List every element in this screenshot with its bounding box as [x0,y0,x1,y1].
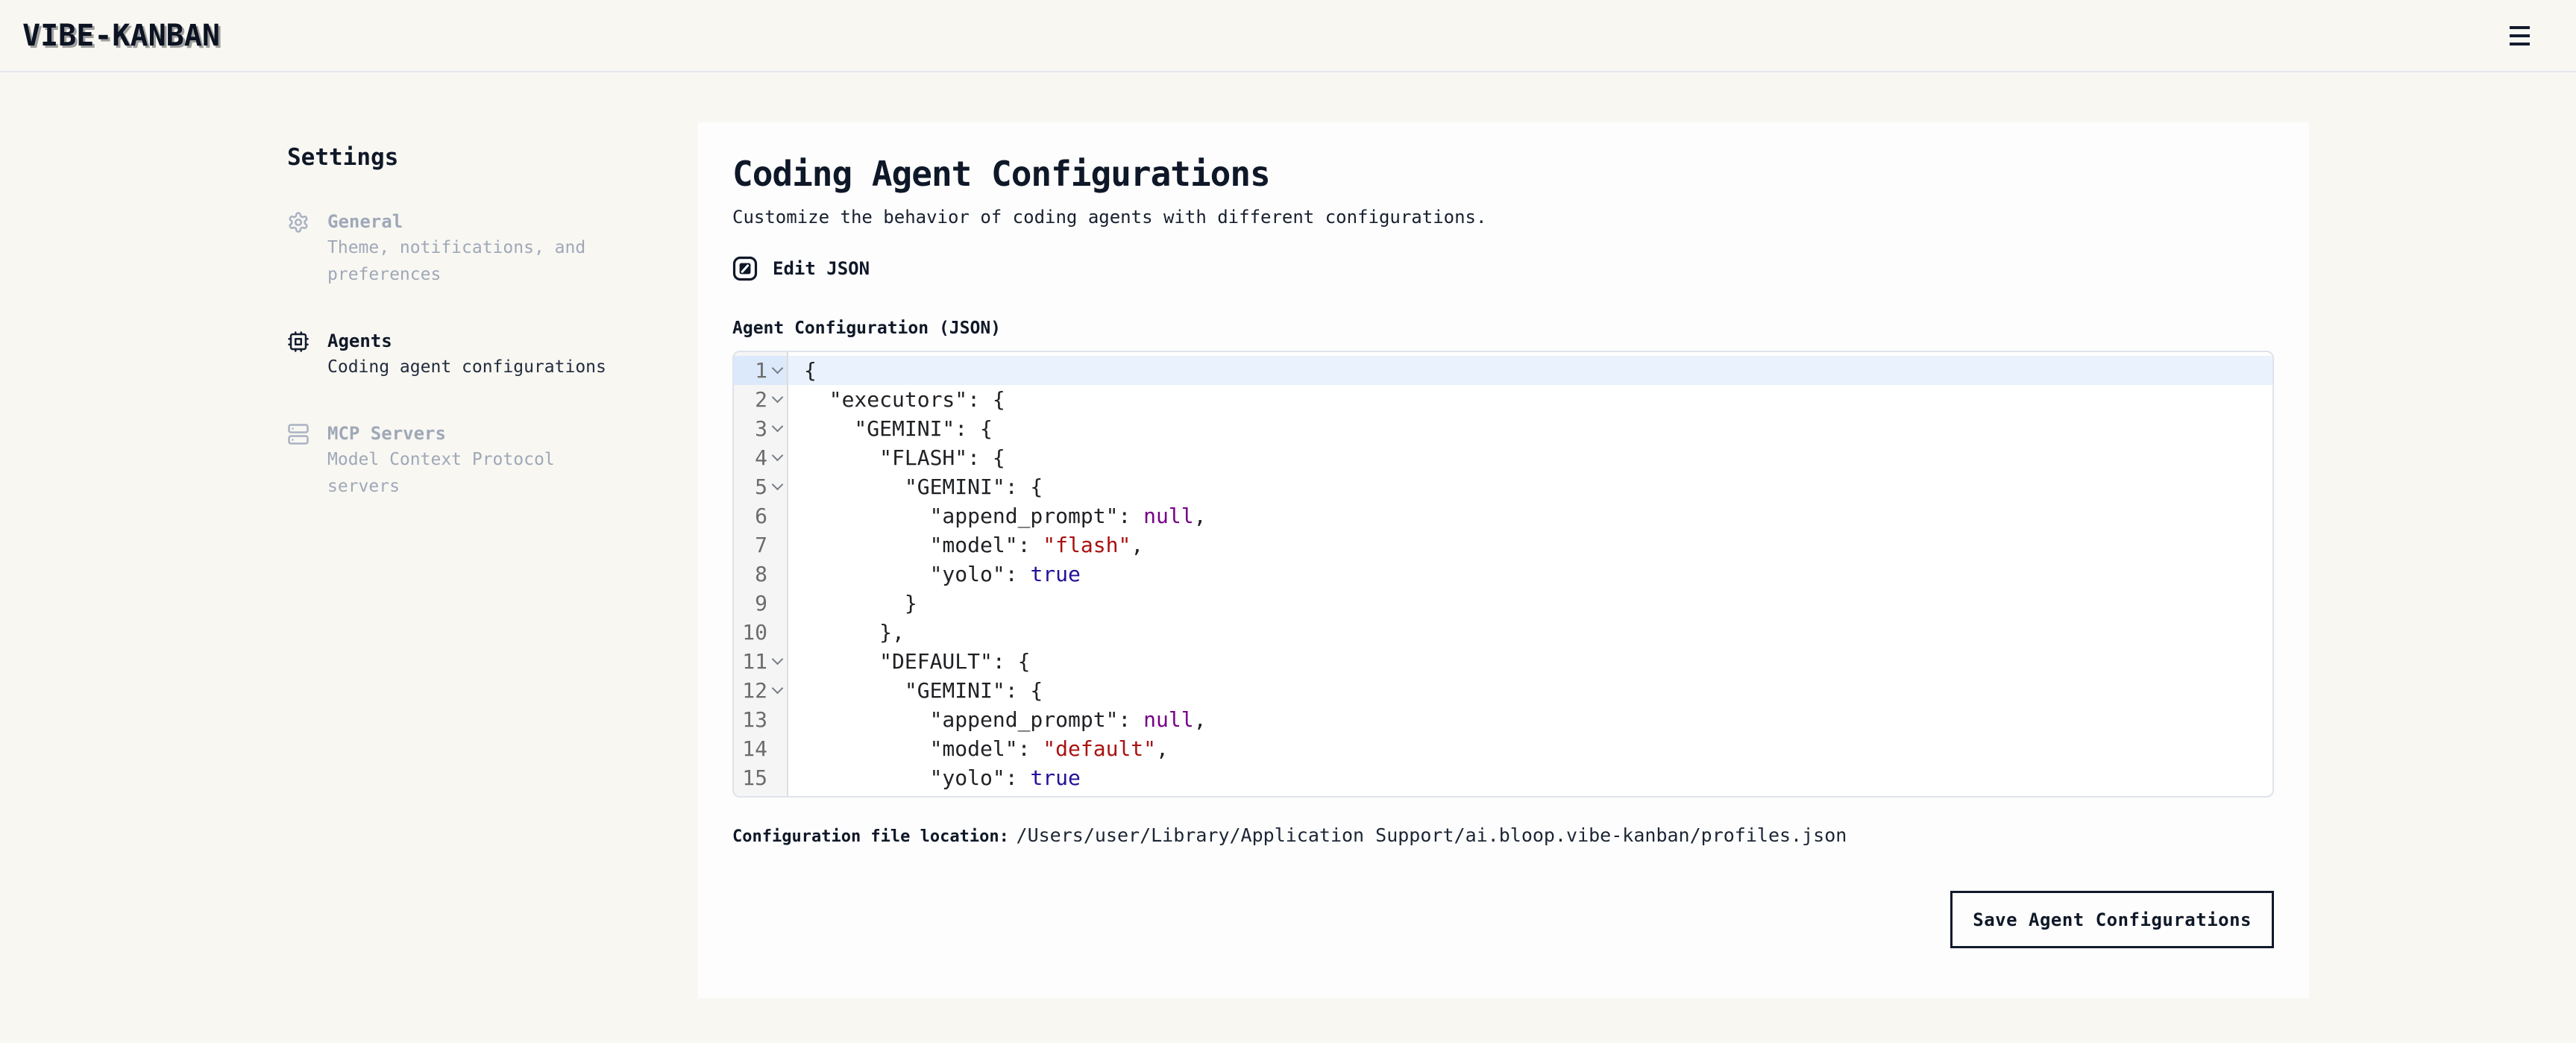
fold-chevron-icon[interactable] [767,472,787,501]
code-line-11: "DEFAULT": { [804,649,1031,674]
gutter-line-2: 2 [734,385,787,414]
page-content: Settings General Theme, notifications, an… [0,72,2576,998]
line-number: 4 [755,445,767,470]
line-number: 11 [742,649,767,674]
sidebar-item-label: Agents [327,331,392,351]
file-location-path: /Users/user/Library/Application Support/… [1016,824,1847,846]
code-line-7: "model": "flash", [804,533,1144,557]
gutter-line-10: 10 [734,618,787,647]
sidebar-item-agents[interactable]: Agents Coding agent configurations [287,328,633,380]
page-subtitle: Customize the behavior of coding agents … [732,207,1487,228]
gutter-line-7: 7 [734,530,787,560]
code-line-4: "FLASH": { [804,445,1005,470]
line-number: 14 [742,736,767,761]
app-logo[interactable]: VIBE-KANBAN [22,19,220,53]
edit-json-label: Edit JSON [773,258,870,279]
gutter-line-11: 11 [734,647,787,676]
line-number: 7 [755,533,767,557]
sidebar-item-label: MCP Servers [327,423,446,444]
fold-chevron-icon[interactable] [767,414,787,443]
save-row: Save Agent Configurations [732,891,2274,948]
line-number: 9 [755,591,767,616]
gutter-line-12: 12 [734,676,787,705]
fold-chevron-icon[interactable] [767,443,787,472]
gutter-line-6: 6 [734,501,787,530]
app-header: VIBE-KANBAN [0,0,2576,72]
file-location-row: Configuration file location: /Users/user… [732,824,2274,846]
editor-label: Agent Configuration (JSON) [732,319,1002,338]
line-number: 6 [755,504,767,528]
line-number: 15 [742,765,767,790]
sidebar-item-mcp-servers[interactable]: MCP Servers Model Context Protocol server… [287,421,633,500]
code-line-5: "GEMINI": { [804,474,1043,499]
code-line-10: }, [804,620,905,645]
line-number: 13 [742,707,767,732]
sidebar-item-label: General [327,211,403,232]
fold-chevron-icon[interactable] [767,385,787,414]
gutter-line-13: 13 [734,705,787,734]
json-code-editor[interactable]: 1 2 3 4 5 6 7 8 9 10 11 12 13 14 15 { "executors": { "… [732,351,2274,798]
code-line-13: "append_prompt": null, [804,707,1207,732]
gutter-line-9: 9 [734,589,787,618]
code-line-2: "executors": { [804,387,1005,412]
code-line-8: "yolo": true [804,562,1081,586]
editor-gutter: 1 2 3 4 5 6 7 8 9 10 11 12 13 14 15 [734,352,788,796]
sidebar-item-general[interactable]: General Theme, notifications, and prefere… [287,209,633,288]
save-agent-configurations-button[interactable]: Save Agent Configurations [1950,891,2274,948]
line-number: 3 [755,416,767,441]
sidebar-items: General Theme, notifications, and prefere… [287,209,633,500]
line-number: 10 [742,620,767,645]
code-line-14: "model": "default", [804,736,1169,761]
code-line-15: "yolo": true [804,765,1081,790]
file-location-label: Configuration file location: [732,827,1009,846]
line-number: 2 [755,387,767,412]
fold-chevron-icon[interactable] [767,647,787,676]
fold-chevron-icon[interactable] [767,676,787,705]
gutter-line-15: 15 [734,763,787,792]
gutter-line-1: 1 [734,356,787,385]
code-line-6: "append_prompt": null, [804,504,1207,528]
square-pen-icon [732,256,758,281]
line-number: 8 [755,562,767,586]
sidebar-item-description: Model Context Protocol servers [327,450,555,496]
fold-chevron-icon[interactable] [767,356,787,385]
agent-config-card: Coding Agent Configurations Customize th… [698,122,2309,998]
line-number: 5 [755,474,767,499]
cpu-icon [288,331,309,352]
code-line-1: { [788,356,2272,385]
gutter-line-3: 3 [734,414,787,443]
menu-button[interactable] [2500,16,2539,55]
line-number: 12 [742,678,767,703]
gutter-line-14: 14 [734,734,787,763]
hamburger-icon [2509,25,2530,29]
settings-sidebar: Settings General Theme, notifications, an… [287,122,633,540]
editor-code-area: { "executors": { "GEMINI": { "FLASH": { … [788,352,2272,796]
edit-json-toggle[interactable]: Edit JSON [732,256,870,281]
gear-icon [289,212,308,233]
line-number: 1 [755,358,767,383]
code-line-12: "GEMINI": { [804,678,1043,703]
code-line-3: "GEMINI": { [804,416,993,441]
gutter-line-5: 5 [734,472,787,501]
gutter-line-8: 8 [734,560,787,589]
sidebar-title: Settings [287,144,399,171]
sidebar-item-description: Theme, notifications, and preferences [327,238,586,284]
code-line-9: } [804,591,917,616]
server-icon [288,424,309,445]
gutter-line-4: 4 [734,443,787,472]
page-title: Coding Agent Configurations [732,154,1271,194]
sidebar-item-description: Coding agent configurations [327,357,606,377]
